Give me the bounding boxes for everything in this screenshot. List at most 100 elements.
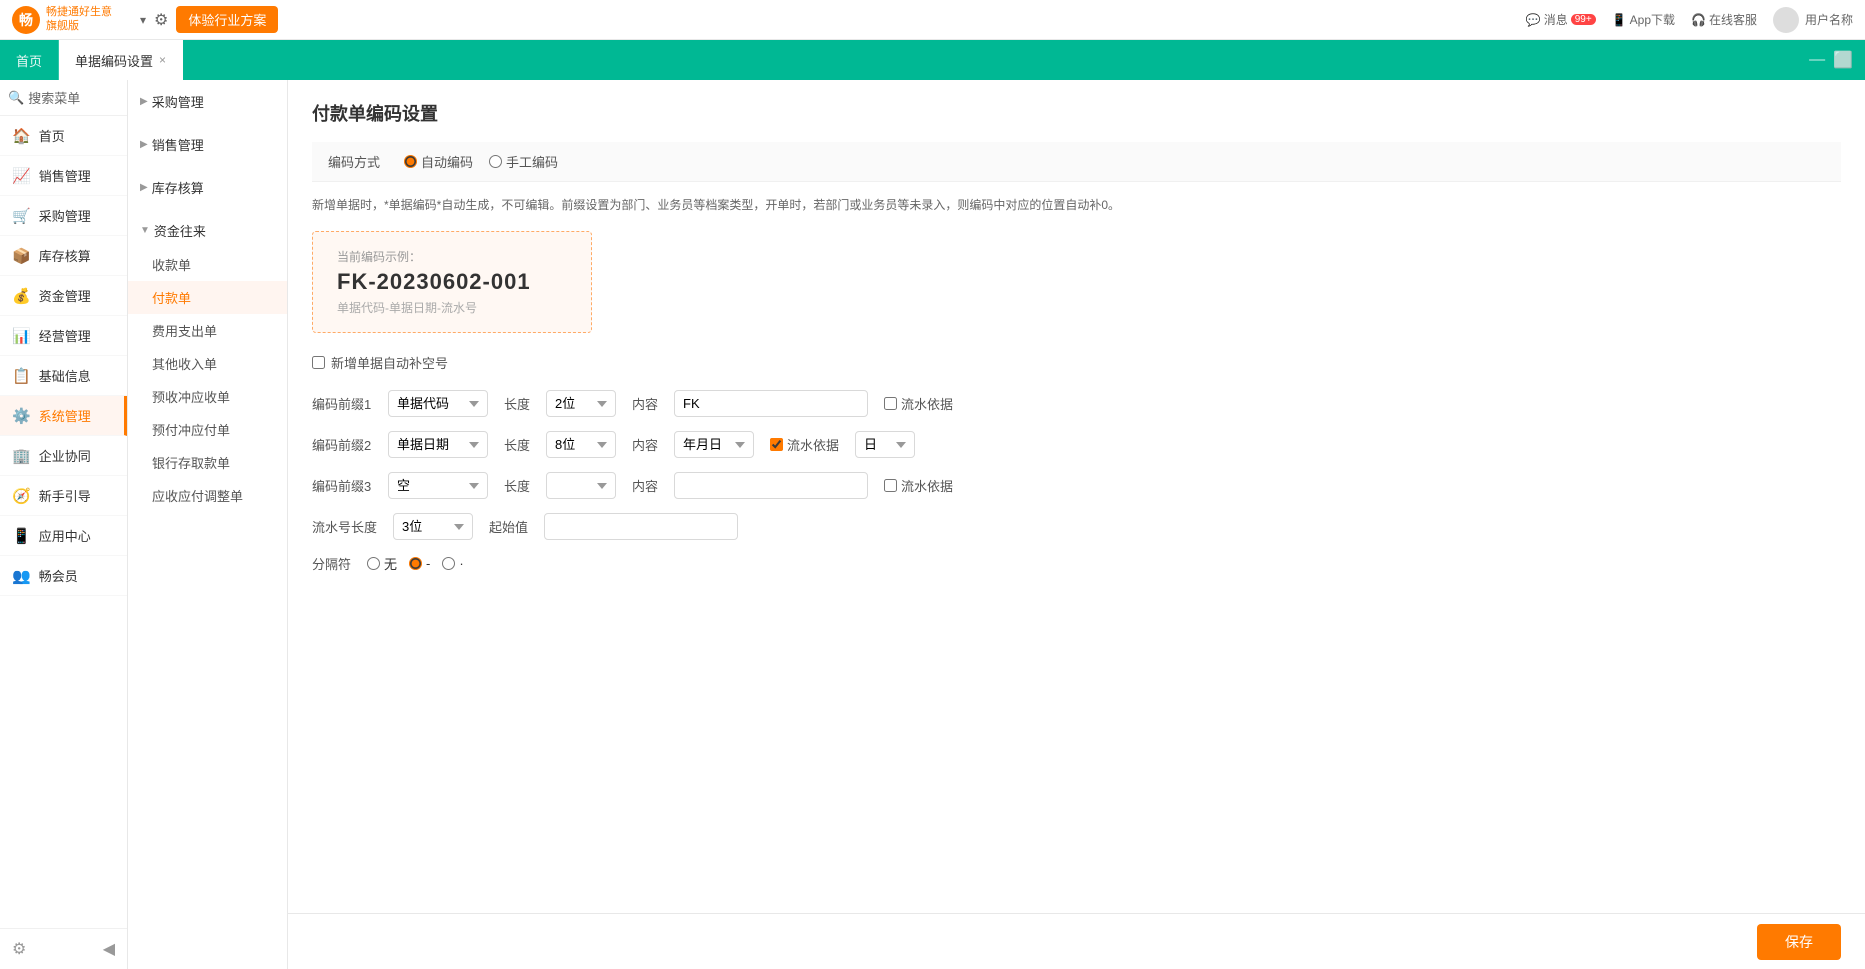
sub-item-other-income[interactable]: 其他收入单 [128,347,287,380]
logo-icon: 畅 [12,6,40,34]
app-download-button[interactable]: 📱 App下载 [1612,11,1675,28]
auto-fill-checkbox[interactable] [312,356,325,369]
auto-fill-row: 新增单据自动补空号 [312,353,1841,372]
close-tab-icon[interactable]: × [159,53,166,67]
prefix1-length-label: 长度 [504,394,530,413]
prefix2-length-label: 长度 [504,435,530,454]
prefix1-serial-check[interactable]: 流水依据 [884,394,953,413]
sidebar-item-purchase[interactable]: 🛒 采购管理 [0,196,127,236]
minimize-window-button[interactable]: — [1809,51,1825,69]
bottom-bar: 保存 [288,913,1865,969]
message-button[interactable]: 💬 消息 99+ [1526,11,1596,28]
inventory-icon: 📦 [12,247,31,265]
workspace-dropdown[interactable]: ▾ [140,13,146,27]
prefix3-content-input[interactable] [674,472,868,499]
promo-button[interactable]: 体验行业方案 [176,6,278,33]
serial-length-select[interactable]: 2位 3位 4位 5位 [393,513,473,540]
auto-coding-input[interactable] [404,155,417,168]
sub-group-capital-title[interactable]: ▼ 资金往来 [128,213,287,248]
home-tab[interactable]: 首页 [0,40,59,80]
separator-label: 分隔符 [312,554,351,573]
sidebar-item-enterprise[interactable]: 🏢 企业协同 [0,436,127,476]
sub-item-expense[interactable]: 费用支出单 [128,314,287,347]
coding-method-label: 编码方式 [328,152,388,171]
sep-dot-input[interactable] [442,557,455,570]
logo-text: 畅捷通好生意 旗舰版 [46,6,112,32]
prefix1-serial-checkbox[interactable] [884,397,897,410]
prefix1-content-input[interactable] [674,390,868,417]
sub-sidebar: ▶ 采购管理 ▶ 销售管理 ▶ 库存核算 ▼ 资金往来 收款单 付款单 费用支出… [128,80,288,969]
manual-coding-input[interactable] [489,155,502,168]
prefix2-serial-check[interactable]: 流水依据 [770,435,839,454]
content-inner: 付款单编码设置 编码方式 自动编码 手工编码 [288,80,1865,913]
sidebar-item-operations[interactable]: 📊 经营管理 [0,316,127,356]
purchase-icon: 🛒 [12,207,31,225]
prefix3-serial-check[interactable]: 流水依据 [884,476,953,495]
sub-item-bank-deposit[interactable]: 银行存取款单 [128,446,287,479]
coding-radio-group: 自动编码 手工编码 [404,152,558,171]
prefix2-select[interactable]: 单据代码 单据日期 部门 业务员 空 [388,431,488,458]
sub-item-receipt[interactable]: 收款单 [128,248,287,281]
sub-item-receivable-adjust[interactable]: 应收应付调整单 [128,479,287,512]
sidebar-item-inventory[interactable]: 📦 库存核算 [0,236,127,276]
sidebar-item-guide[interactable]: 🧭 新手引导 [0,476,127,516]
separator-row: 分隔符 无 - · [312,554,1841,573]
prefix3-label: 编码前缀3 [312,476,372,495]
settings-gear-button[interactable]: ⚙ [154,10,168,30]
code-preview-label: 当前编码示例： [337,248,567,265]
sidebar-item-member[interactable]: 👥 畅会员 [0,556,127,596]
message-badge: 99+ [1571,14,1596,25]
maximize-window-button[interactable]: ⬜ [1833,50,1853,70]
sub-group-purchase-title[interactable]: ▶ 采购管理 [128,84,287,119]
user-name: 用户名称 [1805,11,1853,28]
serial-start-input[interactable]: 1 [544,513,738,540]
sidebar-item-sales[interactable]: 📈 销售管理 [0,156,127,196]
prefix2-serial-period-select[interactable]: 日 月 年 [855,431,915,458]
prefix2-content-label: 内容 [632,435,658,454]
auto-coding-radio[interactable]: 自动编码 [404,152,473,171]
prefix1-length-select[interactable]: 2位 3位 4位 [546,390,616,417]
sep-dot-radio[interactable]: · [442,556,463,571]
sub-group-sales-title[interactable]: ▶ 销售管理 [128,127,287,162]
prefix3-serial-checkbox[interactable] [884,479,897,492]
page-title: 付款单编码设置 [312,100,1841,126]
sub-group-inventory-title[interactable]: ▶ 库存核算 [128,170,287,205]
auto-fill-label[interactable]: 新增单据自动补空号 [331,353,448,372]
settings-tab[interactable]: 单据编码设置 × [59,40,183,80]
member-icon: 👥 [12,567,31,585]
prefix2-serial-checkbox[interactable] [770,438,783,451]
sep-dash-input[interactable] [409,557,422,570]
content-area: 付款单编码设置 编码方式 自动编码 手工编码 [288,80,1865,913]
prefix1-select[interactable]: 单据代码 单据日期 部门 业务员 空 [388,390,488,417]
prefix2-content-select[interactable]: 年月日 年月 年 [674,431,754,458]
sidebar-item-appcenter[interactable]: 📱 应用中心 [0,516,127,556]
sub-item-prepaid-payable[interactable]: 预付冲应付单 [128,413,287,446]
sep-none-radio[interactable]: 无 [367,554,397,573]
sidebar-search[interactable]: 🔍 搜索菜单 [0,80,127,116]
prefix3-select[interactable]: 单据代码 单据日期 部门 业务员 空 [388,472,488,499]
sub-item-payment[interactable]: 付款单 [128,281,287,314]
logo-area: 畅 畅捷通好生意 旗舰版 [12,6,132,34]
prefix3-length-select[interactable] [546,472,616,499]
sidebar-item-home[interactable]: 🏠 首页 [0,116,127,156]
sidebar-item-baseinfo[interactable]: 📋 基础信息 [0,356,127,396]
sidebar-settings-button[interactable]: ⚙ [12,939,26,959]
message-icon: 💬 [1526,13,1541,27]
operations-icon: 📊 [12,327,31,345]
info-text: 新增单据时，*单据编码*自动生成，不可编辑。前缀设置为部门、业务员等档案类型，开… [312,196,1841,215]
save-button[interactable]: 保存 [1757,924,1841,960]
sep-dash-radio[interactable]: - [409,556,430,571]
sidebar-item-finance[interactable]: 💰 资金管理 [0,276,127,316]
service-button[interactable]: 🎧 在线客服 [1691,11,1757,28]
arrow-down-icon: ▼ [140,225,150,236]
user-area[interactable]: 用户名称 [1773,7,1853,33]
sidebar-collapse-button[interactable]: ◀ [103,939,115,959]
sidebar-item-system[interactable]: ⚙️ 系统管理 [0,396,127,436]
prefix2-length-select[interactable]: 6位 8位 10位 [546,431,616,458]
system-icon: ⚙️ [12,407,31,425]
sub-item-prepaid-receivable[interactable]: 预收冲应收单 [128,380,287,413]
sep-none-input[interactable] [367,557,380,570]
sub-group-purchase: ▶ 采购管理 [128,80,287,123]
manual-coding-radio[interactable]: 手工编码 [489,152,558,171]
prefix1-row: 编码前缀1 单据代码 单据日期 部门 业务员 空 长度 2位 3位 4位 内容 [312,390,1841,417]
